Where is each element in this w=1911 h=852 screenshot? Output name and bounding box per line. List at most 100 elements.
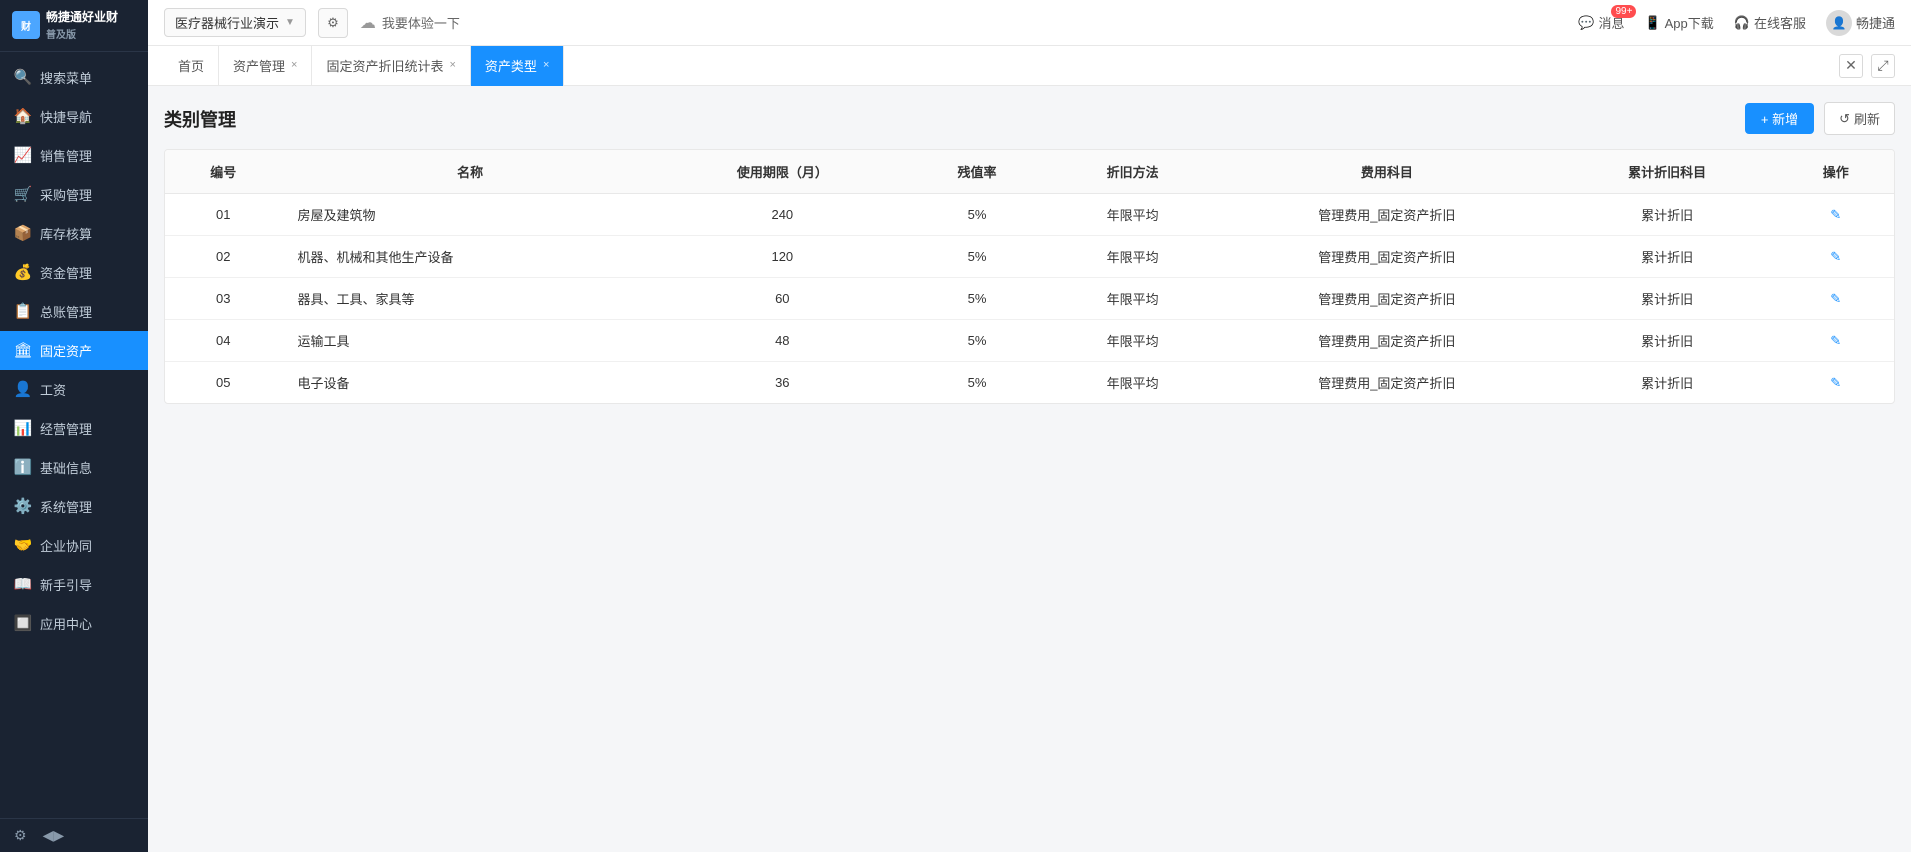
message-icon: 💬 [1578,15,1594,31]
messages-button[interactable]: 💬 消息 99+ [1578,13,1624,32]
gear-icon: ⚙ [327,15,339,31]
window-maximize-button[interactable]: ⤢ [1871,54,1895,78]
experience-label: 我要体验一下 [382,13,460,32]
app-download-button[interactable]: 📱 App下载 [1644,13,1713,32]
cell-expense: 管理费用_固定资产折旧 [1217,194,1557,236]
sidebar-bottom: ⚙ ◀▶ [0,818,148,852]
sidebar-item-fund[interactable]: 💰资金管理 [0,253,148,292]
tab-fixed-depreciation[interactable]: 固定资产折旧统计表 × [312,46,470,86]
sidebar-item-fixed-assets[interactable]: 🏛固定资产 [0,331,148,370]
app-logo: 财 畅捷通好业财 普及版 [0,0,148,52]
sidebar-item-salary[interactable]: 👤工资 [0,370,148,409]
col-header-action: 操作 [1778,150,1895,194]
company-selector[interactable]: 医疗器械行业演示 ▼ [164,8,306,37]
refresh-button[interactable]: ↺ 刷新 [1824,102,1895,135]
sidebar-item-label: 资金管理 [40,263,92,282]
cell-name: 房屋及建筑物 [281,194,658,236]
edit-button[interactable]: ✎ [1830,375,1841,391]
sidebar-item-system[interactable]: ⚙️ 系统管理 [0,487,148,526]
edit-button[interactable]: ✎ [1830,333,1841,349]
sidebar-item-label: 销售管理 [40,146,92,165]
cell-expense: 管理费用_固定资产折旧 [1217,320,1557,362]
settings-icon[interactable]: ⚙ [14,827,27,844]
category-table: 编号 名称 使用期限（月） 残值率 折旧方法 费用科目 累计折旧科目 操作 01… [164,149,1895,404]
edit-button[interactable]: ✎ [1830,291,1841,307]
corp-collab-icon: 🤝 [14,536,32,554]
avatar: 👤 [1826,10,1852,36]
tab-home-label: 首页 [178,56,204,75]
edit-button[interactable]: ✎ [1830,207,1841,223]
sidebar-item-corp-collab[interactable]: 🤝企业协同 [0,526,148,565]
sidebar-item-label: 经营管理 [40,419,92,438]
sidebar-item-ledger[interactable]: 📋总账管理 [0,292,148,331]
headset-icon: 🎧 [1734,15,1750,31]
system-icon: ⚙️ [14,497,32,515]
cell-expense: 管理费用_固定资产折旧 [1217,236,1557,278]
sidebar: 财 畅捷通好业财 普及版 🔍搜索菜单🏠快捷导航 📈 销售管理 🛒采购管理📦库存核算💰资… [0,0,148,852]
cell-accumulated: 累计折旧 [1557,194,1778,236]
guide-icon: 📖 [14,575,32,593]
sidebar-item-purchase[interactable]: 🛒采购管理 [0,175,148,214]
cell-method: 年限平均 [1048,194,1217,236]
cell-method: 年限平均 [1048,278,1217,320]
topbar-right: 💬 消息 99+ 📱 App下载 🎧 在线客服 👤 畅捷通 [1578,10,1895,36]
tab-asset-type-label: 资产类型 [485,56,537,75]
table-row: 01 房屋及建筑物 240 5% 年限平均 管理费用_固定资产折旧 累计折旧 ✎ [165,194,1894,236]
cell-id: 01 [165,194,281,236]
sidebar-item-operations[interactable]: 📊 经营管理 [0,409,148,448]
col-header-name: 名称 [281,150,658,194]
cell-id: 02 [165,236,281,278]
fixed-assets-icon: 🏛 [14,341,32,359]
sidebar-item-label: 应用中心 [40,614,92,633]
tab-asset-type-close[interactable]: × [543,60,549,71]
tab-asset-mgmt[interactable]: 资产管理 × [219,46,312,86]
window-close-button[interactable]: ✕ [1839,54,1863,78]
logo-version: 普及版 [46,26,118,41]
cell-action: ✎ [1778,362,1895,404]
sidebar-item-app-center[interactable]: 🔲应用中心 [0,604,148,643]
user-button[interactable]: 👤 畅捷通 [1826,10,1895,36]
cloud-icon: ☁ [360,13,376,33]
quick-nav-icon: 🏠 [14,107,32,125]
operations-icon: 📊 [14,419,32,437]
new-button[interactable]: + 新增 [1745,103,1814,134]
cell-expense: 管理费用_固定资产折旧 [1217,362,1557,404]
message-badge: 99+ [1611,5,1636,18]
logo-name: 畅捷通好业财 [46,10,118,26]
cell-residual: 5% [906,236,1049,278]
sidebar-item-quick-nav[interactable]: 🏠快捷导航 [0,97,148,136]
tab-home[interactable]: 首页 [164,46,219,86]
sidebar-item-search[interactable]: 🔍搜索菜单 [0,58,148,97]
page-header: 类别管理 + 新增 ↺ 刷新 [164,102,1895,135]
tab-asset-type[interactable]: 资产类型 × [471,46,564,86]
tab-asset-mgmt-close[interactable]: × [291,60,297,71]
cell-name: 器具、工具、家具等 [281,278,658,320]
col-header-period: 使用期限（月） [659,150,906,194]
support-label: 在线客服 [1754,13,1806,32]
dropdown-arrow-icon: ▼ [285,17,295,28]
tabbar: 首页 资产管理 × 固定资产折旧统计表 × 资产类型 × ✕ ⤢ [148,46,1911,86]
company-settings-button[interactable]: ⚙ [318,8,348,38]
sidebar-item-basic-info[interactable]: ℹ️基础信息 [0,448,148,487]
experience-button[interactable]: ☁ 我要体验一下 [360,13,460,33]
sidebar-toggle-icon[interactable]: ◀▶ [43,827,65,844]
table-row: 04 运输工具 48 5% 年限平均 管理费用_固定资产折旧 累计折旧 ✎ [165,320,1894,362]
tab-fixed-depreciation-close[interactable]: × [449,60,455,71]
cell-expense: 管理费用_固定资产折旧 [1217,278,1557,320]
logo-icon: 财 [12,11,40,39]
sidebar-item-sales[interactable]: 📈 销售管理 [0,136,148,175]
cell-method: 年限平均 [1048,236,1217,278]
edit-button[interactable]: ✎ [1830,249,1841,265]
username-label: 畅捷通 [1856,13,1895,32]
sidebar-item-label: 系统管理 [40,497,92,516]
sales-icon: 📈 [14,146,32,164]
tab-asset-mgmt-label: 资产管理 [233,56,285,75]
support-button[interactable]: 🎧 在线客服 [1734,13,1806,32]
cell-accumulated: 累计折旧 [1557,362,1778,404]
salary-icon: 👤 [14,380,32,398]
sidebar-item-inventory[interactable]: 📦库存核算 [0,214,148,253]
cell-accumulated: 累计折旧 [1557,320,1778,362]
table-row: 02 机器、机械和其他生产设备 120 5% 年限平均 管理费用_固定资产折旧 … [165,236,1894,278]
sidebar-item-guide[interactable]: 📖新手引导 [0,565,148,604]
cell-residual: 5% [906,362,1049,404]
